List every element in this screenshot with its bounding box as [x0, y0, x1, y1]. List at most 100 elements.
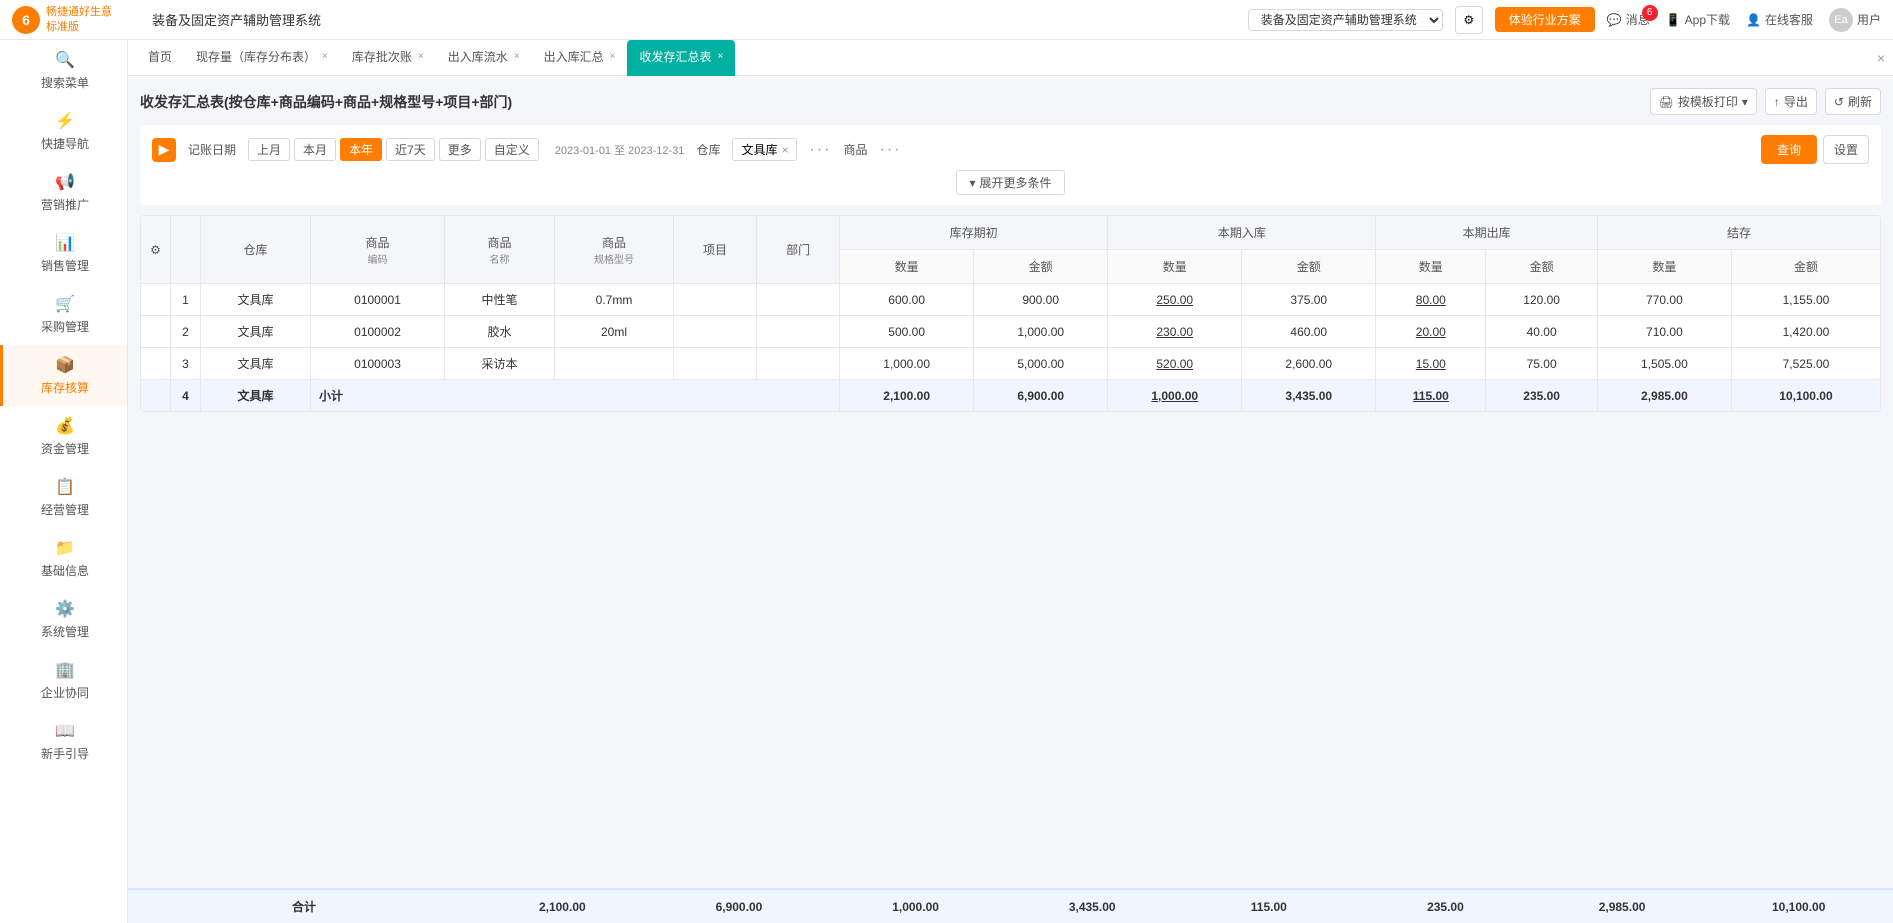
- custom-date-button[interactable]: 自定义: [485, 138, 539, 161]
- sidebar-item-enterprise[interactable]: 🏢 企业协同: [0, 650, 127, 711]
- row-in-qty-cell[interactable]: 520.00: [1108, 348, 1242, 380]
- tab-home[interactable]: 首页: [136, 40, 184, 76]
- query-action-area: 查询 设置: [1761, 135, 1869, 164]
- out-qty-link[interactable]: 80.00: [1416, 293, 1446, 307]
- row-out-amt-cell: 40.00: [1486, 316, 1598, 348]
- out-qty-link[interactable]: 15.00: [1416, 357, 1446, 371]
- row-bal-amt-cell: 1,420.00: [1731, 316, 1880, 348]
- total-start-qty: 2,100.00: [474, 900, 651, 914]
- sidebar-item-finance[interactable]: 💰 资金管理: [0, 406, 127, 467]
- sidebar-item-purchase[interactable]: 🛒 采购管理: [0, 284, 127, 345]
- sidebar-item-search[interactable]: 🔍 搜索菜单: [0, 40, 127, 101]
- filter-expand-button[interactable]: ▶: [152, 138, 176, 162]
- subtotal-bal-qty-cell: 2,985.00: [1597, 380, 1731, 412]
- total-bal-amt: 10,100.00: [1710, 900, 1887, 914]
- row-bal-qty-cell: 770.00: [1597, 284, 1731, 316]
- sidebar-item-quick-nav[interactable]: ⚡ 快捷导航: [0, 101, 127, 162]
- app-download-button[interactable]: 📱 App下载: [1666, 11, 1730, 28]
- sidebar: 🔍 搜索菜单 ⚡ 快捷导航 📢 营销推广 📊 销售管理 🛒 采购管理 📦 库存核…: [0, 40, 128, 923]
- sidebar-item-operation[interactable]: 📋 经营管理: [0, 467, 127, 528]
- sidebar-item-inventory[interactable]: 📦 库存核算: [0, 345, 127, 406]
- tab-label: 出入库汇总: [544, 48, 604, 65]
- tab-close-icon[interactable]: ×: [322, 51, 328, 62]
- table-header-period-in: 本期入库: [1108, 216, 1376, 250]
- row-out-qty-cell[interactable]: 20.00: [1376, 316, 1486, 348]
- refresh-button[interactable]: ↺ 刷新: [1825, 88, 1881, 115]
- warehouse-more-dots[interactable]: ···: [809, 141, 831, 159]
- print-button[interactable]: 🖨 按模板打印 ▾: [1650, 88, 1757, 115]
- sidebar-item-label: 企业协同: [41, 684, 89, 701]
- tab-summary[interactable]: 出入库汇总 ×: [532, 40, 628, 76]
- sidebar-item-basic-info[interactable]: 📁 基础信息: [0, 528, 127, 589]
- filter-section: ▶ 记账日期 上月 本月 本年 近7天 更多 自定义 2023-01-01 至 …: [140, 125, 1881, 205]
- message-button[interactable]: 💬 消息 6: [1607, 11, 1650, 28]
- gear-button[interactable]: ⚙: [1455, 6, 1483, 34]
- table-header-goods-name: 商品名称: [445, 216, 555, 284]
- sidebar-item-guide[interactable]: 📖 新手引导: [0, 711, 127, 772]
- total-bal-qty: 2,985.00: [1534, 900, 1711, 914]
- export-button[interactable]: ↑ 导出: [1765, 88, 1817, 115]
- curr-month-button[interactable]: 本月: [294, 138, 336, 161]
- more-date-button[interactable]: 更多: [439, 138, 481, 161]
- sidebar-item-marketing[interactable]: 📢 营销推广: [0, 162, 127, 223]
- warehouse-tag-close-button[interactable]: ×: [781, 143, 788, 157]
- table-settings-icon[interactable]: ⚙: [150, 243, 161, 257]
- export-label: 导出: [1784, 93, 1808, 110]
- tab-close-icon[interactable]: ×: [717, 51, 723, 62]
- expand-more-button[interactable]: ▾ 展开更多条件: [956, 170, 1064, 195]
- in-qty-link[interactable]: 250.00: [1156, 293, 1193, 307]
- 7days-button[interactable]: 近7天: [386, 138, 435, 161]
- filter-settings-button[interactable]: 设置: [1823, 135, 1869, 164]
- total-out-qty: 115.00: [1181, 900, 1358, 914]
- tab-stock-summary[interactable]: 收发存汇总表 ×: [627, 40, 735, 76]
- goods-more-dots[interactable]: ···: [879, 141, 901, 159]
- prev-month-button[interactable]: 上月: [248, 138, 290, 161]
- operation-icon: 📋: [55, 477, 75, 497]
- subtotal-num-cell: 4: [171, 380, 201, 412]
- row-goods-spec-cell: 20ml: [555, 316, 674, 348]
- subtotal-warehouse-cell: 文具库: [201, 380, 311, 412]
- row-out-qty-cell[interactable]: 80.00: [1376, 284, 1486, 316]
- try-button[interactable]: 体验行业方案: [1495, 7, 1595, 32]
- enterprise-icon: 🏢: [55, 660, 75, 680]
- sidebar-item-sales[interactable]: 📊 销售管理: [0, 223, 127, 284]
- row-out-qty-cell[interactable]: 15.00: [1376, 348, 1486, 380]
- online-service-button[interactable]: 👤 在线客服: [1746, 11, 1813, 28]
- system-title: 装备及固定资产辅助管理系统: [152, 10, 1236, 29]
- row-in-amt-cell: 460.00: [1242, 316, 1376, 348]
- tab-close-icon[interactable]: ×: [610, 51, 616, 62]
- tab-inventory-dist[interactable]: 现存量（库存分布表） ×: [184, 40, 340, 76]
- tab-close-icon[interactable]: ×: [514, 51, 520, 62]
- service-icon: 👤: [1746, 13, 1761, 27]
- query-button[interactable]: 查询: [1761, 135, 1817, 164]
- subtotal-out-qty-link[interactable]: 115.00: [1413, 389, 1449, 403]
- system-selector[interactable]: 装备及固定资产辅助管理系统: [1248, 9, 1443, 31]
- row-project-cell: [673, 284, 756, 316]
- basic-info-icon: 📁: [55, 538, 75, 558]
- subtotal-in-qty-link[interactable]: 1,000.00: [1151, 389, 1198, 403]
- row-dept-cell: [757, 284, 840, 316]
- row-in-qty-cell[interactable]: 250.00: [1108, 284, 1242, 316]
- tab-batch[interactable]: 库存批次账 ×: [340, 40, 436, 76]
- table-header-project: 项目: [673, 216, 756, 284]
- tab-flow[interactable]: 出入库流水 ×: [436, 40, 532, 76]
- inventory-icon: 📦: [55, 355, 75, 375]
- tab-bar-close-button[interactable]: ×: [1877, 50, 1885, 66]
- sidebar-item-system[interactable]: ⚙️ 系统管理: [0, 589, 127, 650]
- out-qty-link[interactable]: 20.00: [1416, 325, 1446, 339]
- row-bal-qty-cell: 1,505.00: [1597, 348, 1731, 380]
- page-title-bar: 收发存汇总表(按仓库+商品编码+商品+规格型号+项目+部门) 🖨 按模板打印 ▾…: [140, 88, 1881, 115]
- row-start-qty-cell: 600.00: [840, 284, 974, 316]
- curr-year-button[interactable]: 本年: [340, 138, 382, 161]
- print-icon: 🖨: [1659, 95, 1674, 109]
- tab-close-icon[interactable]: ×: [418, 51, 424, 62]
- tab-label: 首页: [148, 48, 172, 65]
- date-buttons: 上月 本月 本年 近7天 更多 自定义: [248, 138, 539, 161]
- user-area[interactable]: Ea 用户: [1829, 8, 1881, 32]
- row-num-cell: 2: [171, 316, 201, 348]
- row-in-qty-cell[interactable]: 230.00: [1108, 316, 1242, 348]
- table-subheader-in-qty: 数量: [1108, 250, 1242, 284]
- in-qty-link[interactable]: 520.00: [1156, 357, 1193, 371]
- in-qty-link[interactable]: 230.00: [1156, 325, 1193, 339]
- date-filter-label: 记账日期: [188, 141, 236, 158]
